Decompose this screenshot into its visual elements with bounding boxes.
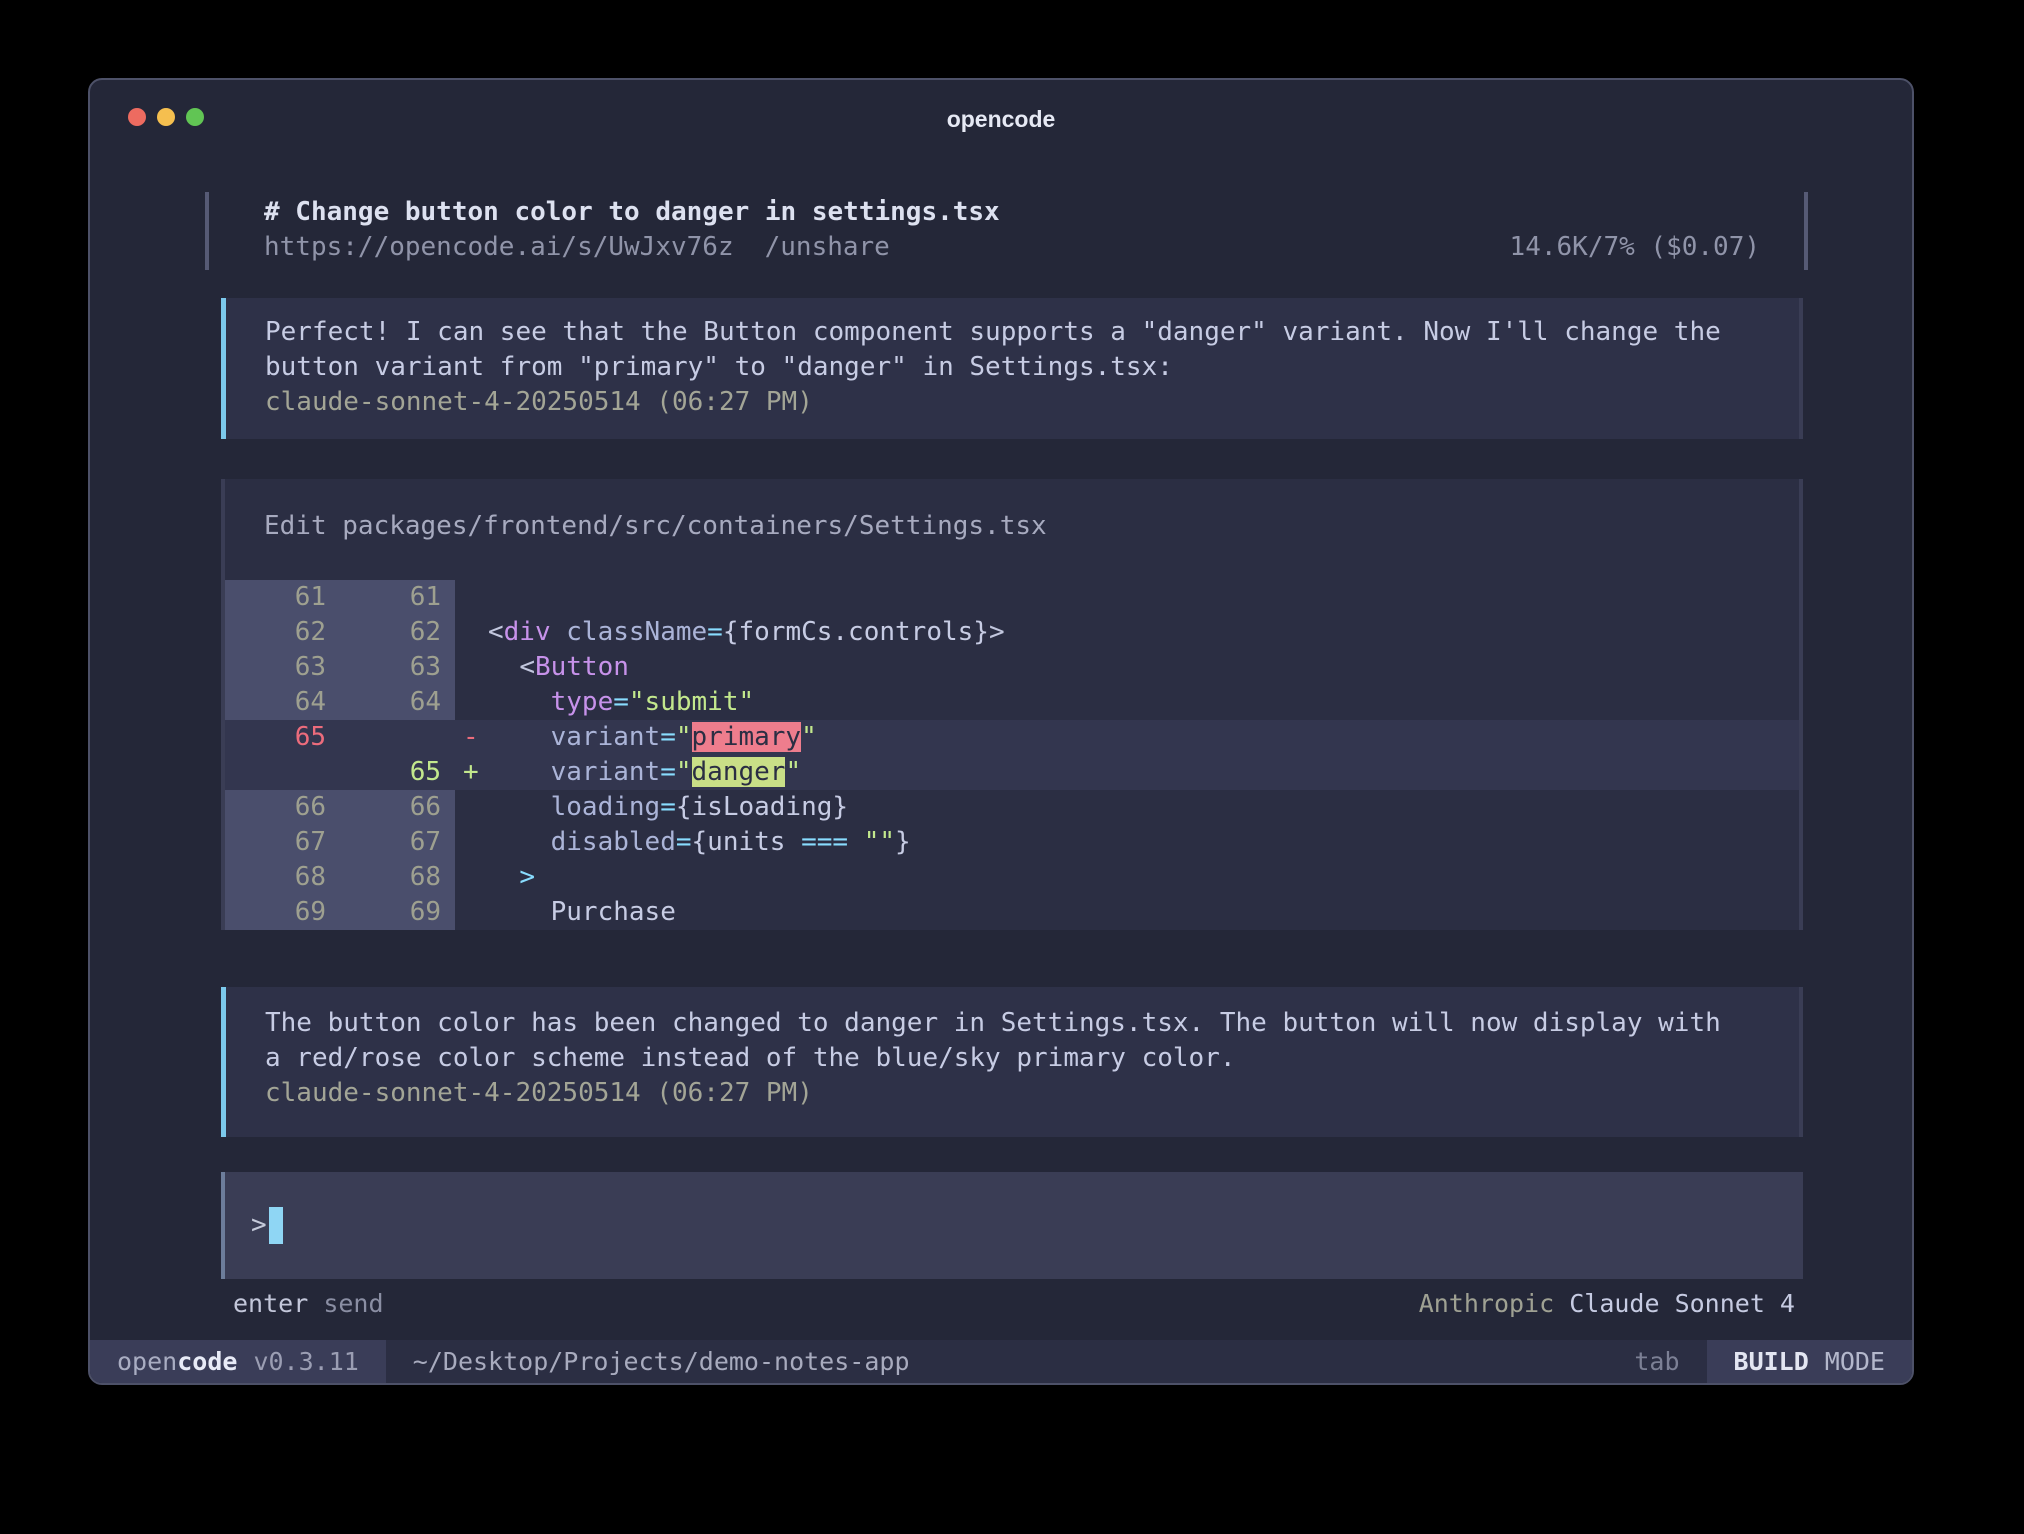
diff-row: 6666 loading={isLoading} xyxy=(225,790,1799,825)
app-version-segment: opencode v0.3.11 xyxy=(90,1340,386,1383)
text-cursor xyxy=(269,1207,283,1244)
assistant-message: Perfect! I can see that the Button compo… xyxy=(221,298,1803,439)
token-usage: 14.6K/7% ($0.07) xyxy=(1510,230,1760,265)
unshare-command[interactable]: /unshare xyxy=(765,232,890,262)
title-bar: opencode xyxy=(90,80,1912,140)
message-line: The button color has been changed to dan… xyxy=(265,1006,1799,1041)
message-line: a red/rose color scheme instead of the b… xyxy=(265,1041,1799,1076)
prompt-symbol: > xyxy=(251,1208,267,1243)
diff-row: 65+ variant="danger" xyxy=(225,755,1799,790)
diff: 61616262<div className={formCs.controls}… xyxy=(225,580,1799,930)
message-line: button variant from "primary" to "danger… xyxy=(265,350,1799,385)
diff-row: 6767 disabled={units === ""} xyxy=(225,825,1799,860)
model-timestamp: claude-sonnet-4-20250514 (06:27 PM) xyxy=(265,385,1799,420)
model-timestamp: claude-sonnet-4-20250514 (06:27 PM) xyxy=(265,1076,1799,1111)
project-path: ~/Desktop/Projects/demo-notes-app xyxy=(413,1340,1635,1383)
mode-indicator: BUILD MODE xyxy=(1707,1340,1912,1383)
diff-row: 6464 type="submit" xyxy=(225,685,1799,720)
diff-row: 65- variant="primary" xyxy=(225,720,1799,755)
model-indicator: Anthropic Claude Sonnet 4 xyxy=(1419,1286,1795,1321)
diff-row: 6262<div className={formCs.controls}> xyxy=(225,615,1799,650)
status-bar: opencode v0.3.11 ~/Desktop/Projects/demo… xyxy=(90,1340,1912,1383)
share-url[interactable]: https://opencode.ai/s/UwJxv76z xyxy=(264,232,734,262)
edit-tool-block: Edit packages/frontend/src/containers/Se… xyxy=(221,479,1803,930)
prompt-input[interactable]: > xyxy=(221,1172,1803,1279)
hint-row: enter send Anthropic Claude Sonnet 4 xyxy=(233,1286,1795,1321)
assistant-message: The button color has been changed to dan… xyxy=(221,987,1803,1137)
session-header: # Change button color to danger in setti… xyxy=(205,192,1808,270)
diff-row: 6868 > xyxy=(225,860,1799,895)
edit-file-path: Edit packages/frontend/src/containers/Se… xyxy=(225,479,1799,544)
diff-row: 6363 <Button xyxy=(225,650,1799,685)
opencode-window: opencode # Change button color to danger… xyxy=(88,78,1914,1385)
diff-row: 6161 xyxy=(225,580,1799,615)
enter-hint: enter send xyxy=(233,1286,384,1321)
tab-key-hint: tab xyxy=(1634,1340,1679,1383)
window-title: opencode xyxy=(90,102,1912,137)
session-title: # Change button color to danger in setti… xyxy=(264,195,1804,230)
message-line: Perfect! I can see that the Button compo… xyxy=(265,315,1799,350)
diff-row: 6969 Purchase xyxy=(225,895,1799,930)
